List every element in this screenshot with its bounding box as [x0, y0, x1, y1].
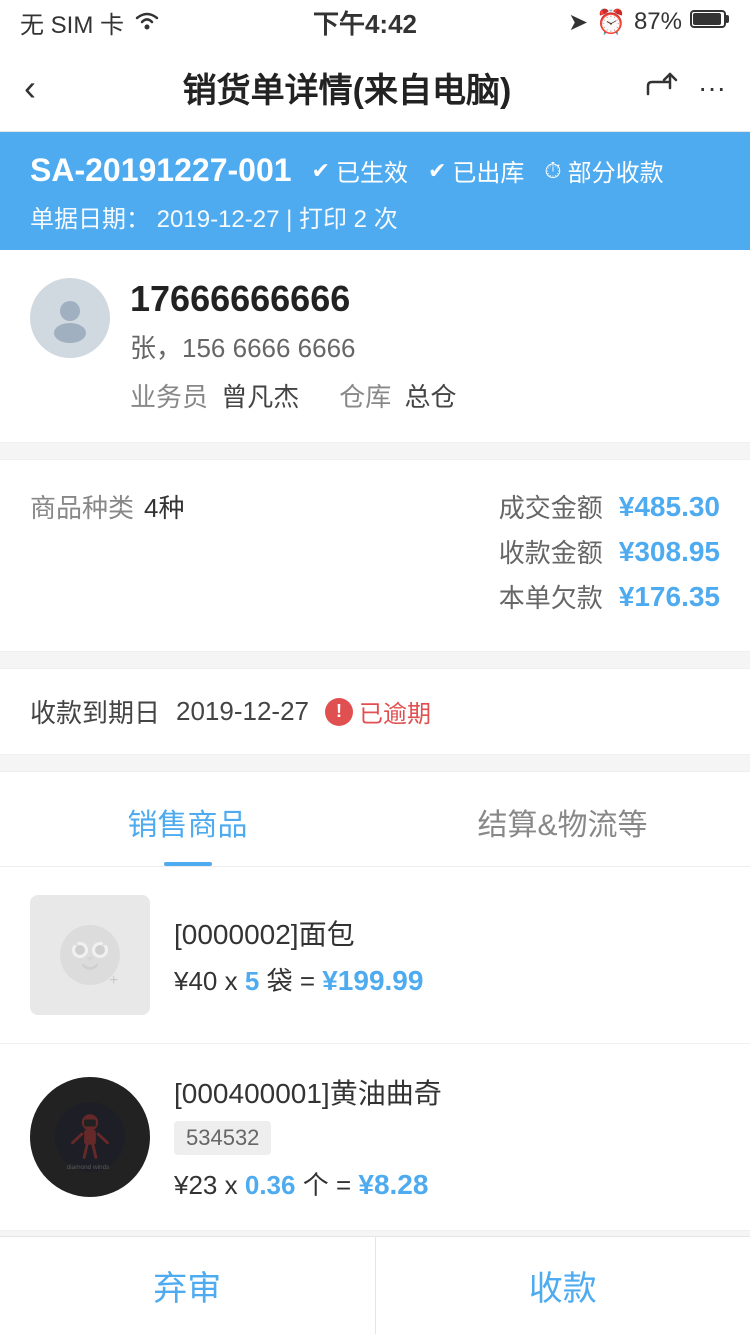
alarm-icon: ⏰ — [596, 8, 626, 37]
clock-icon: ⏱ — [544, 158, 561, 184]
product-total-2: ¥8.28 — [358, 1169, 428, 1200]
product-total-1: ¥199.99 — [322, 965, 423, 996]
due-date-value: 2019-12-27 — [176, 696, 309, 727]
debt-amount-row: 本单欠款 ¥176.35 — [499, 578, 720, 615]
order-id: SA-20191227-001 — [30, 152, 292, 189]
battery-icon — [690, 8, 730, 37]
product-price-2: ¥23 x 0.36 个 = ¥8.28 — [174, 1165, 720, 1202]
more-button[interactable]: ··· — [698, 72, 726, 104]
product-qty-1: 5 — [245, 966, 259, 996]
battery-level: 87% — [634, 8, 682, 36]
warehouse-label: 仓库 — [339, 382, 391, 412]
received-amount-row: 收款金额 ¥308.95 — [499, 533, 720, 570]
sim-status: 无 SIM 卡 — [20, 5, 124, 40]
svg-text:+: + — [109, 972, 118, 989]
tabs-section: 销售商品 结算&物流等 — [0, 771, 750, 1231]
product-item-2: diamond winds [000400001]黄油曲奇 534532 ¥23… — [0, 1044, 750, 1231]
debt-label: 本单欠款 — [499, 578, 603, 615]
share-button[interactable] — [642, 66, 678, 109]
sales-label: 业务员 — [130, 382, 208, 412]
kind-label: 商品种类 — [30, 488, 134, 525]
summary-row: 商品种类 4种 成交金额 ¥485.30 收款金额 ¥308.95 本单欠款 ¥… — [30, 488, 720, 623]
deal-amount-row: 成交金额 ¥485.30 — [499, 488, 720, 525]
customer-info: 17666666666 张，156 6666 6666 业务员 曾凡杰 仓库 总… — [130, 278, 720, 414]
warehouse-name: 总仓 — [405, 382, 457, 412]
confirm-button[interactable]: 收款 — [376, 1237, 750, 1334]
overdue-icon: ! — [325, 698, 353, 726]
nav-actions: ··· — [642, 66, 726, 109]
overdue-label: 已逾期 — [359, 694, 431, 729]
product-name-2: [000400001]黄油曲奇 — [174, 1072, 720, 1112]
product-info-1: [0000002]面包 ¥40 x 5 袋 = ¥199.99 — [174, 913, 720, 998]
badge-shipped: ✔ 已出库 — [428, 153, 524, 188]
location-icon: ➤ — [568, 8, 588, 37]
bottom-bar: 弃审 收款 — [0, 1236, 750, 1334]
overdue-badge: ! 已逾期 — [325, 694, 431, 729]
due-label: 收款到期日 — [30, 693, 160, 730]
order-header-banner: SA-20191227-001 ✔ 已生效 ✔ 已出库 ⏱ 部分收款 单据日期：… — [0, 132, 750, 250]
deal-label: 成交金额 — [499, 488, 603, 525]
svg-text:diamond winds: diamond winds — [67, 1164, 110, 1171]
customer-contact: 张，156 6666 6666 — [130, 328, 720, 365]
cancel-button[interactable]: 弃审 — [0, 1237, 376, 1334]
product-list: + [0000002]面包 ¥40 x 5 袋 = ¥199.99 — [0, 867, 750, 1231]
product-thumb-2: diamond winds — [30, 1077, 150, 1197]
product-badge-2: 534532 — [174, 1121, 271, 1155]
banner-date-row: 单据日期： 2019-12-27 | 打印 2 次 — [30, 199, 720, 234]
status-time: 下午4:42 — [313, 4, 417, 41]
tab-settlement[interactable]: 结算&物流等 — [375, 772, 750, 866]
warehouse-info: 仓库 总仓 — [339, 377, 456, 414]
wifi-icon — [132, 8, 162, 37]
back-button[interactable]: ‹ — [24, 67, 52, 109]
print-info: | 打印 2 次 — [286, 206, 398, 233]
product-thumb-1: + — [30, 895, 150, 1015]
check-icon-1: ✔ — [312, 158, 330, 184]
tab-sales-products[interactable]: 销售商品 — [0, 772, 375, 866]
badge-effective: ✔ 已生效 — [312, 153, 408, 188]
kind-value: 4种 — [144, 488, 184, 525]
product-item-1: + [0000002]面包 ¥40 x 5 袋 = ¥199.99 — [0, 867, 750, 1044]
badge-partial: ⏱ 部分收款 — [544, 153, 663, 188]
tabs-row: 销售商品 结算&物流等 — [0, 772, 750, 867]
nav-bar: ‹ 销货单详情(来自电脑) ··· — [0, 44, 750, 132]
customer-avatar — [30, 278, 110, 358]
banner-id-row: SA-20191227-001 ✔ 已生效 ✔ 已出库 ⏱ 部分收款 — [30, 152, 720, 189]
sales-name: 曾凡杰 — [221, 382, 299, 412]
customer-section: 17666666666 张，156 6666 6666 业务员 曾凡杰 仓库 总… — [0, 250, 750, 443]
debt-value: ¥176.35 — [619, 581, 720, 613]
customer-meta: 业务员 曾凡杰 仓库 总仓 — [130, 377, 720, 414]
deal-value: ¥485.30 — [619, 491, 720, 523]
check-icon-2: ✔ — [428, 158, 446, 184]
due-date-section: 收款到期日 2019-12-27 ! 已逾期 — [0, 668, 750, 755]
status-right: ➤ ⏰ 87% — [568, 8, 730, 37]
status-left: 无 SIM 卡 — [20, 5, 162, 40]
product-info-2: [000400001]黄油曲奇 534532 ¥23 x 0.36 个 = ¥8… — [174, 1072, 720, 1202]
status-bar: 无 SIM 卡 下午4:42 ➤ ⏰ 87% — [0, 0, 750, 44]
customer-name: 17666666666 — [130, 278, 720, 320]
page-title: 销货单详情(来自电脑) — [52, 63, 642, 112]
order-date: 2019-12-27 — [157, 206, 280, 233]
date-label: 单据日期： — [30, 206, 150, 233]
product-name-1: [0000002]面包 — [174, 913, 720, 953]
sales-info: 业务员 曾凡杰 — [130, 377, 299, 414]
summary-amounts: 成交金额 ¥485.30 收款金额 ¥308.95 本单欠款 ¥176.35 — [499, 488, 720, 623]
received-value: ¥308.95 — [619, 536, 720, 568]
product-price-1: ¥40 x 5 袋 = ¥199.99 — [174, 961, 720, 998]
product-qty-2: 0.36 — [245, 1170, 296, 1200]
summary-section: 商品种类 4种 成交金额 ¥485.30 收款金额 ¥308.95 本单欠款 ¥… — [0, 459, 750, 652]
summary-left: 商品种类 4种 — [30, 488, 184, 525]
received-label: 收款金额 — [499, 533, 603, 570]
product-kind-item: 商品种类 4种 — [30, 488, 184, 525]
